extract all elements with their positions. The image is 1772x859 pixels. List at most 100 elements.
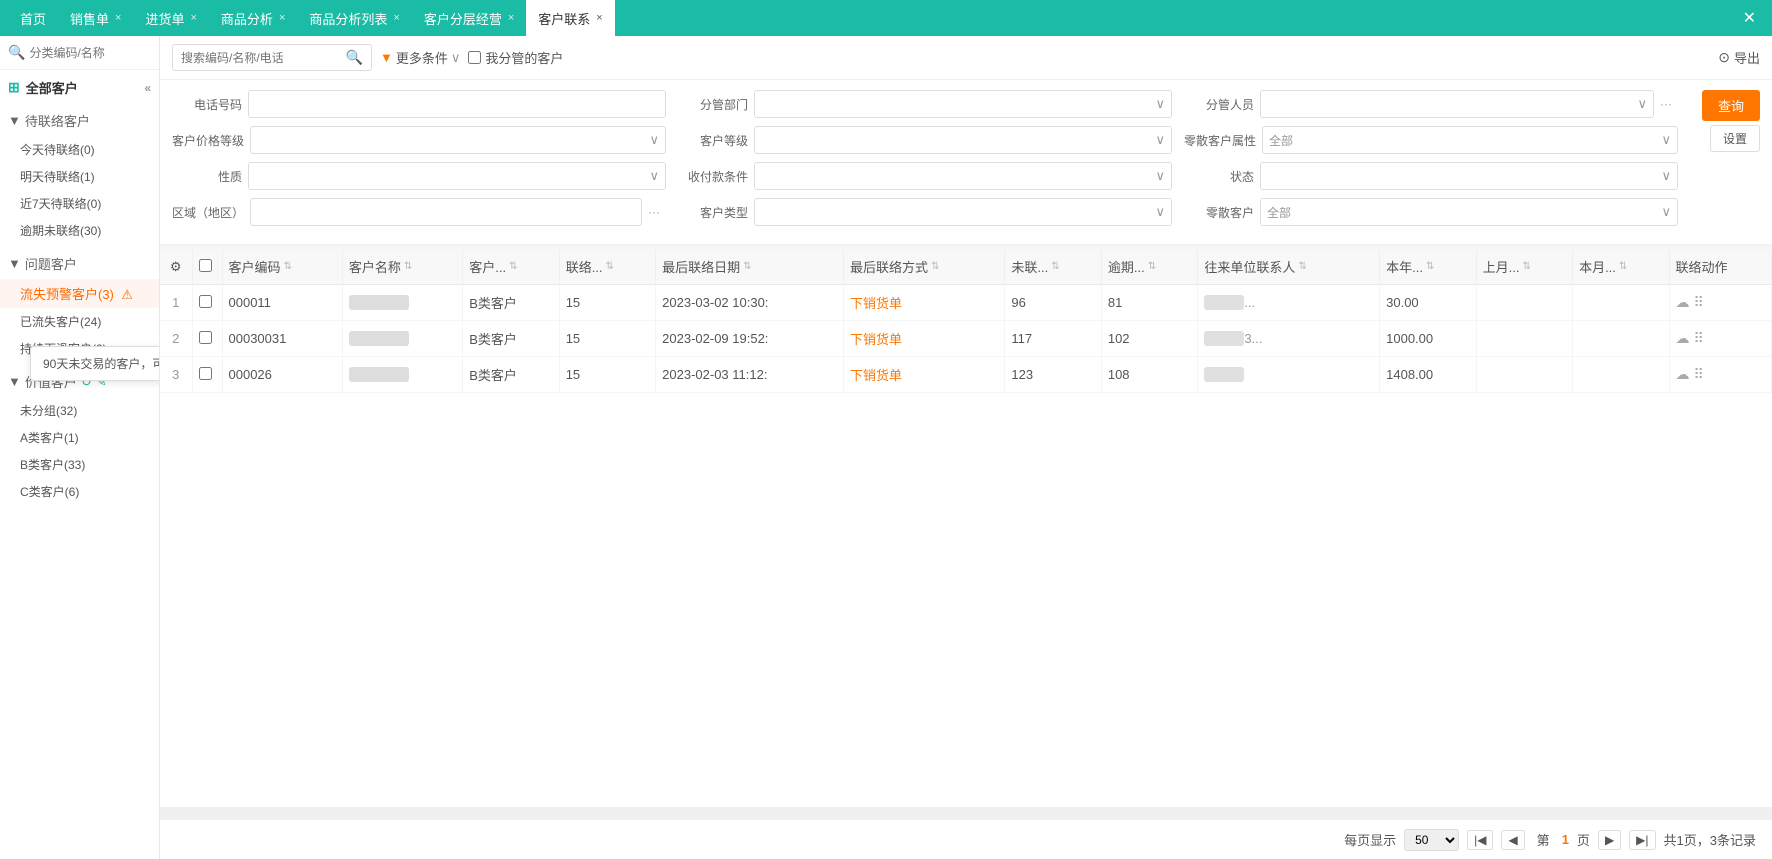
contact-icon[interactable]: ☁ (1676, 330, 1690, 347)
more-actions-icon[interactable]: ⠿ (1694, 366, 1704, 383)
more-actions-icon[interactable]: ⠿ (1694, 294, 1704, 311)
last-method-cell[interactable]: 下销货单 (844, 285, 1005, 321)
my-customers-checkbox-wrap[interactable]: 我分管的客户 (468, 48, 563, 67)
sort-icon[interactable]: ⇅ (284, 261, 292, 272)
contact-icon[interactable]: ☁ (1676, 366, 1690, 383)
region-more-button[interactable]: ··· (642, 205, 666, 219)
row-num: 3 (160, 357, 192, 393)
sort-icon[interactable]: ⇅ (1298, 261, 1306, 272)
last-method-link[interactable]: 下销货单 (850, 296, 902, 311)
sort-icon[interactable]: ⇅ (1148, 261, 1156, 272)
contact-icon[interactable]: ☁ (1676, 294, 1690, 311)
col-header-name: 客户名称 ⇅ (342, 249, 462, 285)
next-page-button[interactable]: ▶ (1598, 830, 1621, 850)
gear-column-header[interactable]: ⚙ (160, 249, 192, 285)
filter-search-input[interactable] (181, 51, 342, 65)
nav-tab-purchase[interactable]: 进货单 × (133, 0, 208, 36)
sidebar-item-c-class[interactable]: C类客户(6) (0, 478, 159, 505)
manager-select[interactable]: ∨ (1260, 90, 1654, 118)
collapse-icon[interactable]: « (144, 81, 151, 95)
row-checkbox-cell[interactable] (192, 357, 222, 393)
nav-tab-analysis-list[interactable]: 商品分析列表 × (297, 0, 411, 36)
sidebar-item-7days[interactable]: 近7天待联络(0) (0, 190, 159, 217)
customer-type-cell: B类客户 (463, 321, 559, 357)
action-icons: ☁ ⠿ (1676, 330, 1765, 347)
customer-grade-select[interactable]: ∨ (754, 126, 1172, 154)
query-button[interactable]: 查询 (1702, 90, 1760, 121)
last-method-cell[interactable]: 下销货单 (844, 357, 1005, 393)
sort-icon[interactable]: ⇅ (1426, 261, 1434, 272)
price-grade-select[interactable]: ∨ (250, 126, 666, 154)
row-checkbox-cell[interactable] (192, 321, 222, 357)
row-checkbox[interactable] (199, 295, 212, 308)
close-icon[interactable]: × (596, 12, 602, 24)
last-page-button[interactable]: ▶| (1629, 830, 1655, 850)
row-num: 2 (160, 321, 192, 357)
nav-tab-analysis[interactable]: 商品分析 × (209, 0, 297, 36)
more-actions-icon[interactable]: ⠿ (1694, 330, 1704, 347)
last-month-cell (1476, 285, 1572, 321)
checkbox-column-header[interactable] (192, 249, 222, 285)
retail-attr-select[interactable]: 全部 ∨ (1262, 126, 1678, 154)
more-conditions-button[interactable]: ▼ 更多条件 ∨ (380, 48, 460, 67)
sidebar-all-customers[interactable]: ⊞ 全部客户 « (0, 70, 159, 105)
window-close-button[interactable]: ✕ (1735, 8, 1764, 28)
region-select[interactable] (250, 198, 642, 226)
first-page-button[interactable]: |◀ (1467, 830, 1493, 850)
last-method-link[interactable]: 下销货单 (850, 368, 902, 383)
page-size-select[interactable]: 50 20 100 (1404, 829, 1459, 851)
sidebar-item-tomorrow[interactable]: 明天待联络(1) (0, 163, 159, 190)
payment-select[interactable]: ∨ (754, 162, 1172, 190)
close-icon[interactable]: × (115, 12, 121, 24)
phone-label: 电话号码 (172, 96, 242, 113)
last-method-cell[interactable]: 下销货单 (844, 321, 1005, 357)
status-select[interactable]: ∨ (1260, 162, 1678, 190)
sidebar-item-a-class[interactable]: A类客户(1) (0, 424, 159, 451)
sidebar-group-pending[interactable]: ▼ 待联络客户 (0, 105, 159, 136)
retail-select[interactable]: 全部 ∨ (1260, 198, 1678, 226)
nav-tab-customer-contact[interactable]: 客户联系 × (526, 0, 614, 36)
phone-input[interactable] (248, 90, 666, 118)
search-icon[interactable]: 🔍 (346, 49, 363, 66)
sidebar-item-churn-warning[interactable]: 流失预警客户(3) ⚠ (0, 279, 159, 308)
nav-tab-label: 商品分析列表 (309, 9, 387, 28)
horizontal-scrollbar[interactable] (160, 807, 1772, 819)
gear-icon[interactable]: ⚙ (170, 259, 182, 274)
customer-name-blurred (349, 367, 409, 382)
sidebar-item-b-class[interactable]: B类客户(33) (0, 451, 159, 478)
settings-button[interactable]: 设置 (1710, 125, 1760, 152)
sort-icon[interactable]: ⇅ (1619, 261, 1627, 272)
sort-icon[interactable]: ⇅ (606, 261, 614, 272)
row-checkbox-cell[interactable] (192, 285, 222, 321)
nav-tab-customer-tier[interactable]: 客户分层经营 × (412, 0, 526, 36)
nav-home[interactable]: 首页 (8, 0, 58, 36)
sidebar-item-today[interactable]: 今天待联络(0) (0, 136, 159, 163)
my-customers-checkbox[interactable] (468, 51, 481, 64)
dept-select[interactable]: ∨ (754, 90, 1172, 118)
nav-tab-sales[interactable]: 销售单 × (58, 0, 133, 36)
customer-type-select[interactable]: ∨ (754, 198, 1172, 226)
close-icon[interactable]: × (279, 12, 285, 24)
sort-icon[interactable]: ⇅ (1051, 261, 1059, 272)
sidebar-search-input[interactable] (29, 46, 151, 60)
sort-icon[interactable]: ⇅ (931, 261, 939, 272)
select-all-checkbox[interactable] (199, 259, 212, 272)
nature-select[interactable]: ∨ (248, 162, 666, 190)
sidebar-item-churned[interactable]: 已流失客户(24) (0, 308, 159, 335)
prev-page-button[interactable]: ◀ (1501, 830, 1524, 850)
sidebar-group-problem[interactable]: ▼ 问题客户 (0, 248, 159, 279)
sidebar-item-overdue[interactable]: 逾期未联络(30) (0, 217, 159, 244)
sort-icon[interactable]: ⇅ (743, 261, 751, 272)
close-icon[interactable]: × (508, 12, 514, 24)
more-button[interactable]: ··· (1654, 97, 1678, 111)
close-icon[interactable]: × (393, 12, 399, 24)
last-method-link[interactable]: 下销货单 (850, 332, 902, 347)
sort-icon[interactable]: ⇅ (509, 261, 517, 272)
row-checkbox[interactable] (199, 367, 212, 380)
close-icon[interactable]: × (190, 12, 196, 24)
sidebar-item-ungrouped[interactable]: 未分组(32) (0, 397, 159, 424)
export-button[interactable]: ⊙ 导出 (1718, 48, 1760, 67)
sort-icon[interactable]: ⇅ (404, 261, 412, 272)
sort-icon[interactable]: ⇅ (1522, 261, 1530, 272)
row-checkbox[interactable] (199, 331, 212, 344)
